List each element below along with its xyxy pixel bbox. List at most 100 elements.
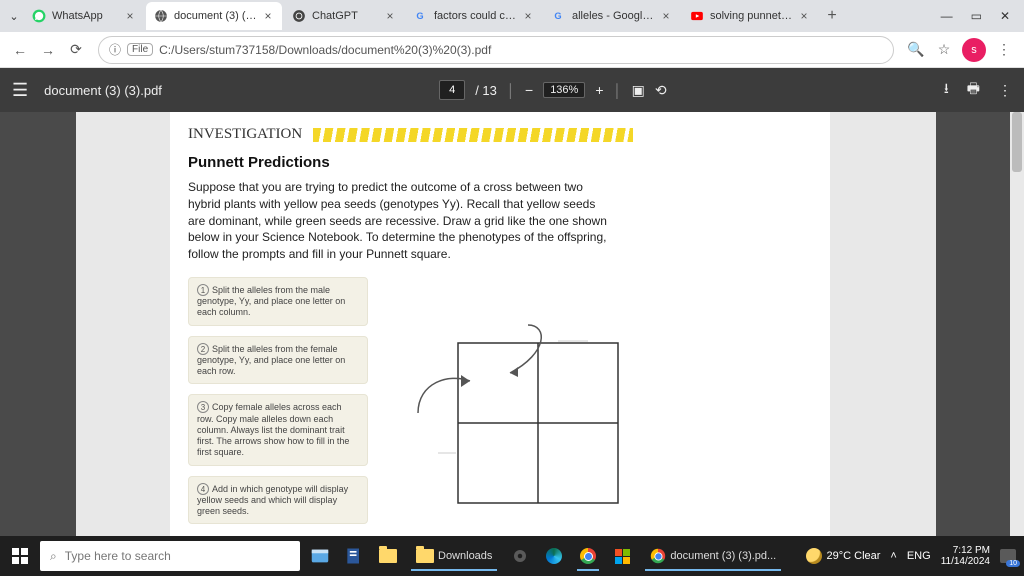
address-bar[interactable]: ⓘ File C:/Users/stum737158/Downloads/doc… — [98, 36, 894, 64]
tab-chatgpt[interactable]: ChatGPT × — [284, 2, 404, 30]
task-chrome[interactable] — [574, 541, 602, 571]
task-label: Downloads — [438, 550, 492, 562]
task-settings[interactable] — [506, 541, 534, 571]
print-button[interactable]: 🖶 — [967, 78, 980, 102]
start-button[interactable] — [0, 536, 40, 576]
browser-toolbar: ← → ⟳ ⓘ File C:/Users/stum737158/Downloa… — [0, 32, 1024, 68]
page-total: / 13 — [475, 83, 497, 98]
close-icon[interactable]: × — [262, 9, 274, 23]
tab-youtube-punnett[interactable]: solving punnet squ × — [682, 2, 818, 30]
search-icon: ⌕ — [50, 549, 57, 564]
task-app-icon[interactable] — [306, 541, 334, 571]
avatar-letter: s — [971, 44, 977, 56]
zoom-indicator-icon[interactable]: 🔍 — [902, 36, 930, 64]
task-pdf-doc[interactable]: document (3) (3).pd... — [642, 541, 784, 571]
pdf-more-button[interactable]: ⋮ — [998, 82, 1012, 99]
divider: │ — [614, 83, 622, 98]
close-icon[interactable]: × — [124, 9, 136, 23]
window-controls: ― ▭ ✕ — [931, 9, 1020, 23]
clock[interactable]: 7:12 PM 11/14/2024 — [941, 545, 990, 567]
page-number-input[interactable] — [439, 80, 465, 100]
fit-page-button[interactable]: ▣ — [632, 82, 645, 99]
taskbar-search[interactable]: ⌕ Type here to search — [40, 541, 300, 571]
google-icon: G — [552, 9, 566, 23]
tab-overflow-button[interactable]: ⌄ — [4, 10, 24, 23]
task-edge[interactable] — [540, 541, 568, 571]
browser-tabstrip: ⌄ WhatsApp × document (3) (3).pdf × Chat… — [0, 0, 1024, 32]
clock-time: 7:12 PM — [941, 545, 990, 556]
close-icon[interactable]: × — [522, 9, 534, 23]
tab-google-alleles[interactable]: G alleles - Google Se × — [544, 2, 680, 30]
tab-document[interactable]: document (3) (3).pdf × — [146, 2, 282, 30]
task-ms-store[interactable] — [608, 541, 636, 571]
maximize-button[interactable]: ▭ — [971, 9, 982, 23]
step-3: 3Copy female alleles across each row. Co… — [188, 394, 368, 465]
notification-badge: 10 — [1006, 560, 1020, 567]
scrollbar-thumb[interactable] — [1012, 112, 1022, 172]
vertical-scrollbar[interactable] — [1010, 112, 1024, 536]
task-label: document (3) (3).pd... — [670, 550, 776, 562]
back-button[interactable]: ← — [6, 36, 34, 64]
zoom-in-button[interactable]: + — [595, 82, 603, 98]
tab-google-factors[interactable]: G factors could contr × — [406, 2, 542, 30]
pinned-apps: Downloads document (3) (3).pd... — [306, 541, 784, 571]
browser-menu-button[interactable]: ⋮ — [990, 36, 1018, 64]
weather-widget[interactable]: 29°C Clear — [806, 548, 880, 564]
tray-chevron-icon[interactable]: ˄ — [890, 550, 896, 562]
pdf-document-name: document (3) (3).pdf — [44, 83, 162, 98]
step-2: 2Split the alleles from the female genot… — [188, 336, 368, 385]
tab-whatsapp[interactable]: WhatsApp × — [24, 2, 144, 30]
step-4: 4Add in which genotype will display yell… — [188, 476, 368, 525]
reload-button[interactable]: ⟳ — [62, 36, 90, 64]
folder-icon — [379, 549, 397, 563]
tab-title: WhatsApp — [52, 10, 120, 22]
task-app-icon[interactable] — [340, 541, 368, 571]
clock-date: 11/14/2024 — [941, 556, 990, 567]
close-icon[interactable]: × — [798, 9, 810, 23]
svg-text:G: G — [416, 11, 423, 21]
step-text: Split the alleles from the male genotype… — [197, 285, 345, 318]
tab-title: factors could contr — [434, 10, 518, 22]
google-icon: G — [414, 9, 428, 23]
zoom-out-button[interactable]: − — [525, 82, 533, 98]
zoom-level[interactable]: 136% — [543, 82, 585, 98]
step-text: Add in which genotype will display yello… — [197, 484, 348, 517]
rotate-button[interactable]: ⟲ — [655, 82, 667, 99]
pdf-toolbar: ☰ document (3) (3).pdf / 13 │ − 136% + │… — [0, 68, 1024, 112]
windows-taskbar: ⌕ Type here to search Downloads document… — [0, 536, 1024, 576]
tab-title: solving punnet squ — [710, 10, 794, 22]
youtube-icon — [690, 9, 704, 23]
tab-title: document (3) (3).pdf — [174, 10, 258, 22]
close-window-button[interactable]: ✕ — [1000, 9, 1010, 23]
action-center-button[interactable]: 10 — [1000, 549, 1016, 563]
pdf-page: INVESTIGATION Punnett Predictions Suppos… — [170, 112, 830, 536]
whatsapp-icon — [32, 9, 46, 23]
chrome-icon — [580, 548, 596, 564]
pdf-viewport[interactable]: INVESTIGATION Punnett Predictions Suppos… — [0, 112, 1024, 536]
task-downloads-folder[interactable]: Downloads — [408, 541, 500, 571]
step-text: Copy female alleles across each row. Cop… — [197, 402, 349, 457]
site-info-icon[interactable]: ⓘ — [109, 41, 121, 58]
microsoft-icon — [615, 549, 630, 564]
tab-title: ChatGPT — [312, 10, 380, 22]
minimize-button[interactable]: ― — [941, 9, 953, 23]
chrome-icon — [651, 549, 665, 563]
edge-icon — [546, 548, 562, 564]
forward-button[interactable]: → — [34, 36, 62, 64]
download-button[interactable]: ⭳ — [944, 78, 949, 102]
svg-text:G: G — [554, 11, 561, 21]
section-subtitle: Punnett Predictions — [188, 154, 812, 171]
bookmark-button[interactable]: ☆ — [930, 36, 958, 64]
menu-icon[interactable]: ☰ — [12, 80, 28, 101]
task-file-explorer[interactable] — [374, 541, 402, 571]
step-text: Split the alleles from the female genoty… — [197, 344, 345, 377]
chatgpt-icon — [292, 9, 306, 23]
close-icon[interactable]: × — [384, 9, 396, 23]
close-icon[interactable]: × — [660, 9, 672, 23]
new-tab-button[interactable]: + — [820, 7, 844, 25]
url-text: C:/Users/stum737158/Downloads/document%2… — [159, 43, 491, 57]
profile-avatar[interactable]: s — [962, 38, 986, 62]
search-placeholder: Type here to search — [65, 549, 171, 563]
language-indicator[interactable]: ENG — [907, 550, 931, 562]
section-label: INVESTIGATION — [188, 126, 302, 143]
